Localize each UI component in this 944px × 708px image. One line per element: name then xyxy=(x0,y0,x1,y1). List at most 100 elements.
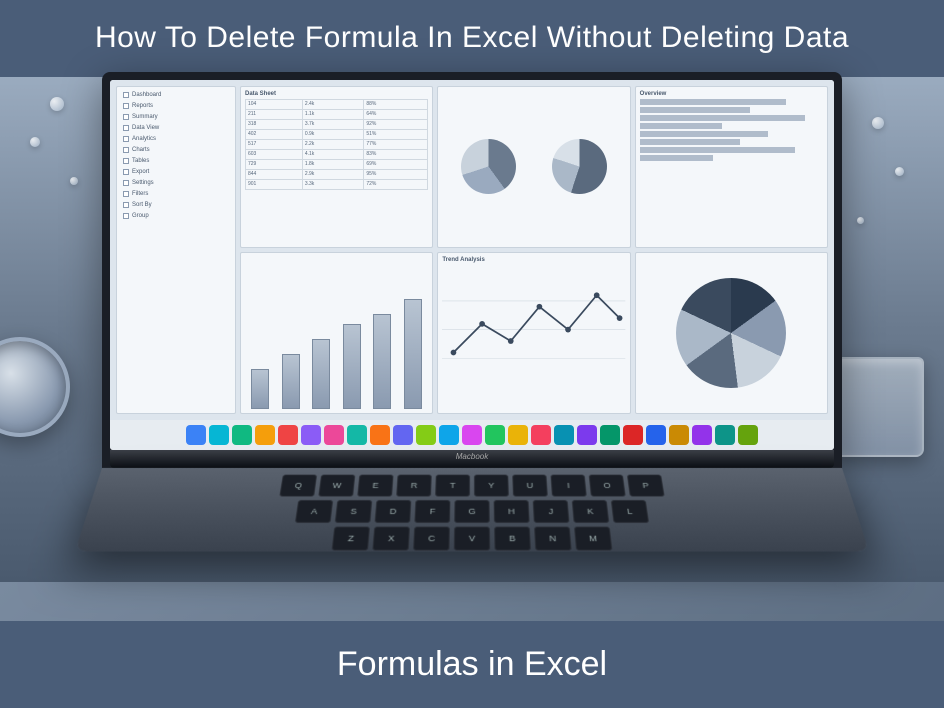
bar xyxy=(251,369,269,409)
panel-title: Data Sheet xyxy=(245,91,428,97)
dock-app-icon xyxy=(439,425,459,445)
keyboard-key: N xyxy=(534,526,572,550)
mini-data-table: 1042.4k88% 2111.1k64% 3183.7k92% 4020.9k… xyxy=(245,99,428,190)
scene-background: Dashboard Reports Summary Data View Analytic… xyxy=(0,77,944,582)
dock-app-icon xyxy=(692,425,712,445)
checkbox-icon xyxy=(123,202,129,208)
line-chart-panel: Trend Analysis xyxy=(437,252,630,414)
stat-bar xyxy=(640,147,796,153)
bar-chart-panel xyxy=(240,252,433,414)
keyboard-key: S xyxy=(335,499,373,522)
dock-app-icon xyxy=(577,425,597,445)
keyboard-key: K xyxy=(572,499,610,522)
stat-bar xyxy=(640,123,722,129)
sidebar-item: Filters xyxy=(121,190,231,198)
dock-app-icon xyxy=(416,425,436,445)
keyboard-key: X xyxy=(372,526,410,550)
keyboard-key: H xyxy=(494,499,530,522)
keyboard-key: Q xyxy=(279,474,317,496)
keyboard-key: R xyxy=(396,474,432,496)
sidebar-label: Settings xyxy=(132,180,154,186)
dock-app-icon xyxy=(600,425,620,445)
dock-app-icon xyxy=(186,425,206,445)
key-row-1: QWERTYUIOP xyxy=(144,474,800,496)
pie-chart-small-2 xyxy=(552,139,607,194)
checkbox-icon xyxy=(123,169,129,175)
sidebar-label: Data View xyxy=(132,125,159,131)
footer-banner: Formulas in Excel xyxy=(0,621,944,708)
sidebar-item: Settings xyxy=(121,179,231,187)
dock-app-icon xyxy=(715,425,735,445)
keyboard-key: G xyxy=(454,499,490,522)
laptop-screen-frame: Dashboard Reports Summary Data View Analytic… xyxy=(102,72,842,468)
dock-app-icon xyxy=(255,425,275,445)
dock-app-icon xyxy=(462,425,482,445)
bar xyxy=(373,314,391,409)
key-row-3: ZXCVBNM xyxy=(129,526,815,550)
sidebar-label: Reports xyxy=(132,103,153,109)
sidebar-item: Group xyxy=(121,212,231,220)
sidebar-label: Dashboard xyxy=(132,92,161,98)
sidebar-label: Export xyxy=(132,169,149,175)
keyboard-key: V xyxy=(454,526,490,550)
keyboard-key: Y xyxy=(474,474,509,496)
dock-app-icon xyxy=(370,425,390,445)
sidebar-item: Charts xyxy=(121,146,231,154)
sidebar-item: Reports xyxy=(121,102,231,110)
sidebar-label: Summary xyxy=(132,114,158,120)
laptop-brand: Macbook xyxy=(456,452,488,461)
dock-app-icon xyxy=(324,425,344,445)
keyboard-key: L xyxy=(611,499,649,522)
dock-app-icon xyxy=(301,425,321,445)
key-row-2: ASDFGHJKL xyxy=(137,499,808,522)
dock-app-icon xyxy=(393,425,413,445)
dock-app-icon xyxy=(646,425,666,445)
checkbox-icon xyxy=(123,158,129,164)
dock-app-icon xyxy=(623,425,643,445)
sidebar-label: Sort By xyxy=(132,202,152,208)
water-bubble xyxy=(872,117,884,129)
bar xyxy=(312,339,330,409)
bar xyxy=(282,354,300,409)
keyboard-key: A xyxy=(295,499,333,522)
data-table-panel: Data Sheet 1042.4k88% 2111.1k64% 3183.7k… xyxy=(240,86,433,248)
water-glass xyxy=(834,357,924,457)
water-bubble xyxy=(70,177,78,185)
stats-panel: Overview xyxy=(635,86,828,248)
water-bubble xyxy=(857,217,864,224)
bar xyxy=(343,324,361,409)
sidebar-item: Analytics xyxy=(121,135,231,143)
panel-title: Overview xyxy=(640,91,823,97)
laptop-hinge: Macbook xyxy=(110,450,834,468)
dock-app-icon xyxy=(347,425,367,445)
keyboard-key: U xyxy=(512,474,548,496)
dock-app-icon xyxy=(278,425,298,445)
pie-large-panel xyxy=(635,252,828,414)
sidebar-label: Filters xyxy=(132,191,148,197)
checkbox-icon xyxy=(123,147,129,153)
bar xyxy=(404,299,422,409)
dock-app-icon xyxy=(485,425,505,445)
keyboard-key: J xyxy=(533,499,570,522)
keyboard-key: C xyxy=(413,526,450,550)
water-bubble xyxy=(895,167,904,176)
keyboard-key: P xyxy=(627,474,665,496)
line-chart-svg xyxy=(442,265,625,394)
panel-title: Trend Analysis xyxy=(442,257,625,263)
laptop: Dashboard Reports Summary Data View Analytic… xyxy=(102,72,842,563)
stat-bar xyxy=(640,155,713,161)
keyboard-key: F xyxy=(414,499,450,522)
dashboard-grid: Dashboard Reports Summary Data View Analytic… xyxy=(110,80,834,420)
keyboard-key: I xyxy=(550,474,586,496)
checkbox-icon xyxy=(123,180,129,186)
stat-bar xyxy=(640,107,750,113)
pie-chart-large xyxy=(676,278,786,388)
checkbox-icon xyxy=(123,103,129,109)
dock-app-icon xyxy=(738,425,758,445)
sidebar-item: Data View xyxy=(121,124,231,132)
footer-title: Formulas in Excel xyxy=(337,645,607,683)
sidebar-item: Sort By xyxy=(121,201,231,209)
keyboard-key: W xyxy=(318,474,355,496)
pie-small-panel xyxy=(437,86,630,248)
sidebar-item: Summary xyxy=(121,113,231,121)
